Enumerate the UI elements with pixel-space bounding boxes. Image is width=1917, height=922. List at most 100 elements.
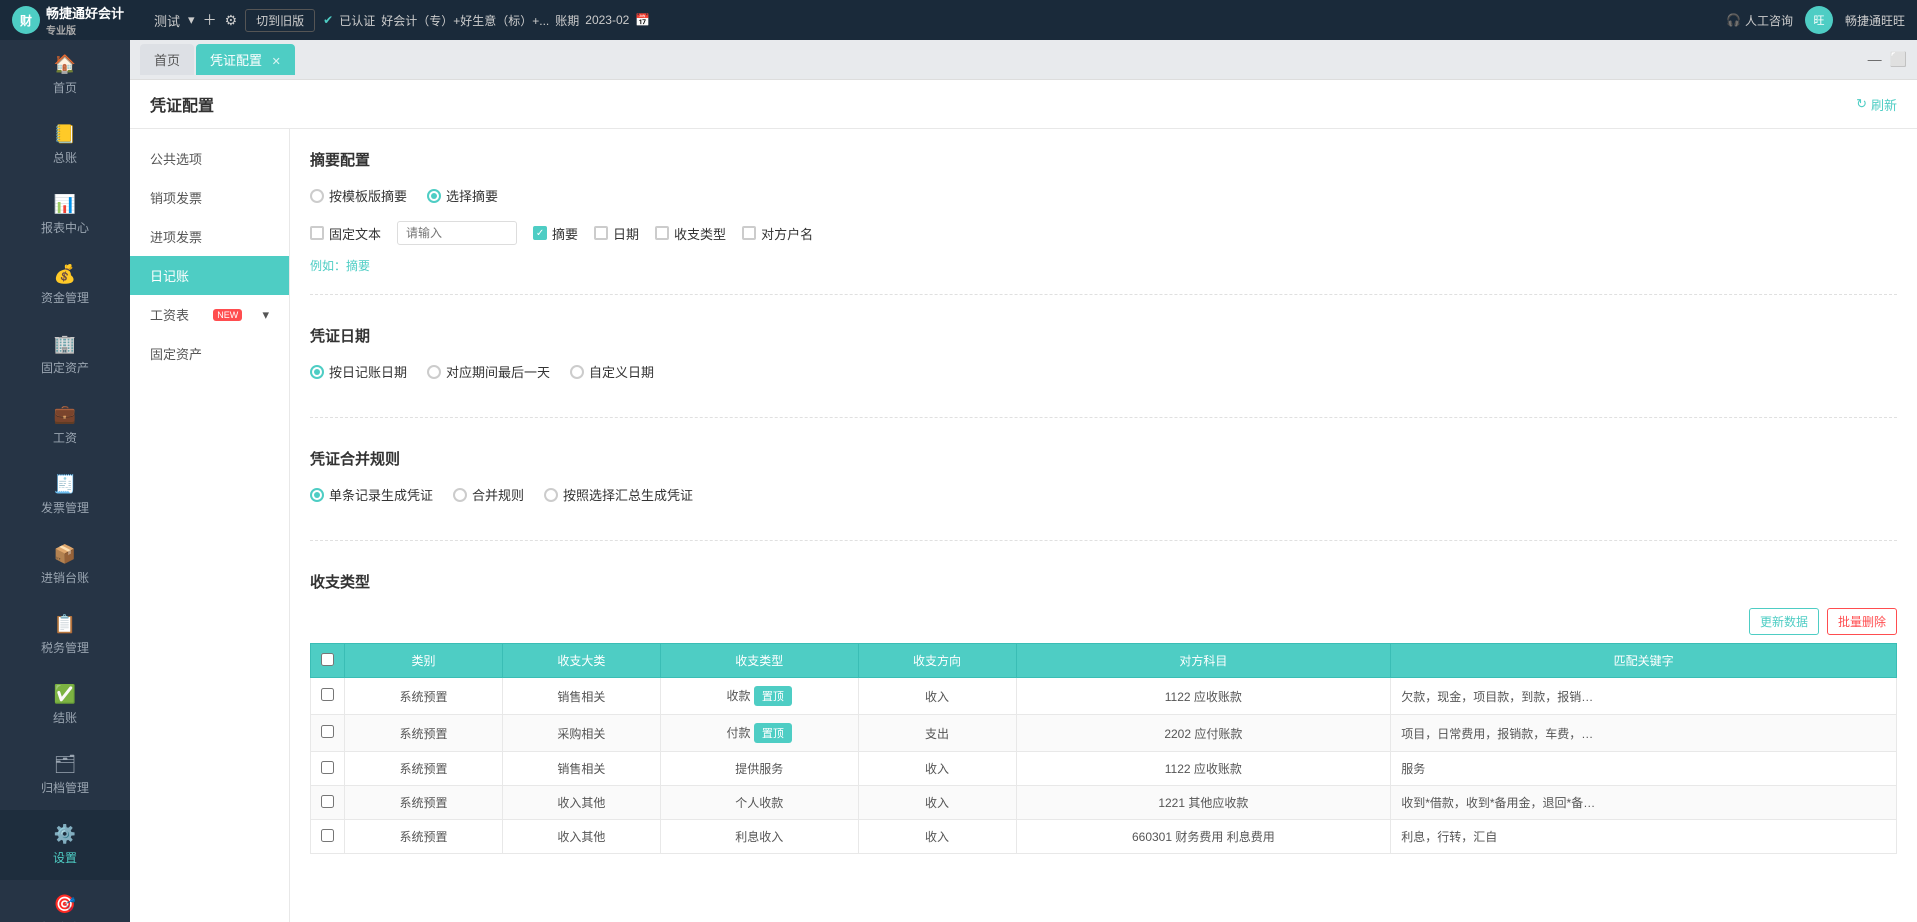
select-all-checkbox[interactable] (321, 653, 334, 666)
td-major-0: 销售相关 (502, 678, 660, 715)
td-major-1: 采购相关 (502, 715, 660, 752)
consulting-btn[interactable]: 🎧 人工咨询 (1726, 12, 1793, 29)
tab-close-icon[interactable]: ✕ (272, 56, 281, 68)
th-keywords: 匹配关键字 (1391, 644, 1897, 678)
main-layout: 🏠 首页 📒 总账 📊 报表中心 💰 资金管理 🏢 固定资产 💼 工资 🧾 发票… (0, 40, 1917, 922)
add-icon[interactable]: ＋ (203, 10, 217, 30)
content-area: 首页 凭证配置 ✕ — ⬜ 凭证配置 ↻ 刷新 公共选项 (130, 40, 1917, 922)
example-text: 例如：摘要 (310, 257, 1897, 274)
leftnav-item-sales-invoice[interactable]: 销项发票 (130, 178, 289, 217)
leftnav-item-payroll[interactable]: 工资表 NEW ▾ (130, 295, 289, 334)
leftnav-item-public[interactable]: 公共选项 (130, 139, 289, 178)
checkbox-counterpart-name[interactable]: 对方户名 (742, 224, 813, 243)
row-checkbox-4[interactable] (321, 829, 334, 842)
td-direction-4: 收入 (858, 820, 1016, 854)
batch-delete-button[interactable]: 批量删除 (1827, 608, 1897, 635)
checkbox-counterpart-name-label: 对方户名 (761, 224, 813, 243)
sidebar-item-purchase[interactable]: 📦 进销台账 (0, 530, 130, 600)
tab-bar: 首页 凭证配置 ✕ — ⬜ (130, 40, 1917, 80)
sidebar-item-settle[interactable]: ✅ 结账 (0, 670, 130, 740)
income-section: 收支类型 更新数据 批量删除 类别 收支大类 收支类型 收支方向 (310, 571, 1897, 874)
leftnav-item-purchase-invoice[interactable]: 进项发票 (130, 217, 289, 256)
sidebar-item-settings[interactable]: ⚙️ 设置 (0, 810, 130, 880)
sidebar-label-fixed: 固定资产 (41, 359, 89, 376)
refresh-button[interactable]: ↻ 刷新 (1856, 95, 1897, 114)
sidebar-item-invoice[interactable]: 🧾 发票管理 (0, 460, 130, 530)
td-type-2: 提供服务 (660, 752, 858, 786)
radio-select-label: 选择摘要 (446, 186, 498, 205)
tab-home[interactable]: 首页 (140, 44, 194, 75)
checkbox-fixed-text[interactable]: 固定文本 (310, 224, 381, 243)
radio-single-record[interactable]: 单条记录生成凭证 (310, 485, 433, 504)
period-label: 账期 (555, 12, 579, 29)
radio-summary-generate[interactable]: 按照选择汇总生成凭证 (544, 485, 693, 504)
radio-custom-date-circle (570, 365, 584, 379)
row-checkbox-2[interactable] (321, 761, 334, 774)
leftnav-label-fixed-assets: 固定资产 (150, 344, 202, 363)
th-checkbox[interactable] (311, 644, 345, 678)
th-subject: 对方科目 (1016, 644, 1391, 678)
top-tag-btn-0[interactable]: 置顶 (754, 686, 792, 706)
page-title: 凭证配置 (150, 92, 214, 116)
top-tag-btn-1[interactable]: 置顶 (754, 723, 792, 743)
sidebar-label-ledger: 总账 (53, 149, 77, 166)
row-checkbox-1[interactable] (321, 725, 334, 738)
radio-template-label: 按模板版摘要 (329, 186, 407, 205)
th-type: 收支类型 (660, 644, 858, 678)
income-title: 收支类型 (310, 571, 1897, 592)
radio-merge-rules[interactable]: 合并规则 (453, 485, 524, 504)
leftnav-label-public: 公共选项 (150, 149, 202, 168)
row-checkbox-3[interactable] (321, 795, 334, 808)
radio-template-circle (310, 189, 324, 203)
sidebar-item-fixed[interactable]: 🏢 固定资产 (0, 320, 130, 390)
row-checkbox-0[interactable] (321, 688, 334, 701)
sidebar-label-settle: 结账 (53, 709, 77, 726)
leftnav-label-purchase-invoice: 进项发票 (150, 227, 202, 246)
avatar[interactable]: 旺 (1805, 6, 1833, 34)
maximize-icon[interactable]: ⬜ (1890, 51, 1907, 68)
sidebar-label-reports: 报表中心 (41, 219, 89, 236)
main-content: 摘要配置 按模板版摘要 选择摘要 (290, 129, 1917, 922)
sidebar-item-ledger[interactable]: 📒 总账 (0, 110, 130, 180)
td-category-2: 系统预置 (345, 752, 503, 786)
calendar-icon[interactable]: 📅 (635, 13, 650, 27)
table-row: 系统预置 销售相关 提供服务 收入 1122 应收账款 服务 (311, 752, 1897, 786)
checkbox-date-box (594, 226, 608, 240)
page-body: 公共选项 销项发票 进项发票 日记账 工资表 NEW ▾ 固定资产 (130, 129, 1917, 922)
sidebar-item-tax[interactable]: 📋 税务管理 (0, 600, 130, 670)
switch-version-button[interactable]: 切到旧版 (245, 9, 315, 32)
fixed-text-input[interactable] (397, 221, 517, 245)
checkbox-income-type[interactable]: 收支类型 (655, 224, 726, 243)
sidebar-item-funds[interactable]: 💰 资金管理 (0, 250, 130, 320)
td-major-3: 收入其他 (502, 786, 660, 820)
radio-period-last[interactable]: 对应期间最后一天 (427, 362, 550, 381)
dropdown-arrow-icon[interactable]: ▾ (188, 12, 195, 28)
leftnav-item-journal[interactable]: 日记账 (130, 256, 289, 295)
checkbox-date[interactable]: 日期 (594, 224, 639, 243)
leftnav-item-fixed-assets[interactable]: 固定资产 (130, 334, 289, 373)
radio-select[interactable]: 选择摘要 (427, 186, 498, 205)
radio-template[interactable]: 按模板版摘要 (310, 186, 407, 205)
keywords-text-3: 收到*借款，收到*备用金，退回*备用金，个人 (1401, 794, 1601, 811)
period-value: 2023-02 (585, 13, 629, 27)
sidebar-item-guide[interactable]: 🎯 新手引导 (0, 880, 130, 922)
sidebar-item-home[interactable]: 🏠 首页 (0, 40, 130, 110)
td-direction-1: 支出 (858, 715, 1016, 752)
tab-voucher-config[interactable]: 凭证配置 ✕ (196, 44, 295, 75)
radio-custom-date[interactable]: 自定义日期 (570, 362, 654, 381)
radio-journal-date[interactable]: 按日记账日期 (310, 362, 407, 381)
tax-icon: 📋 (54, 614, 76, 635)
sidebar-item-reports[interactable]: 📊 报表中心 (0, 180, 130, 250)
minimize-icon[interactable]: — (1868, 51, 1882, 68)
sidebar-item-archive[interactable]: 🗂 归档管理 (0, 740, 130, 810)
summary-radio-group: 按模板版摘要 选择摘要 (310, 186, 1897, 205)
td-direction-2: 收入 (858, 752, 1016, 786)
fixed-icon: 🏢 (54, 334, 76, 355)
td-direction-3: 收入 (858, 786, 1016, 820)
logo-icon: 财 (12, 6, 40, 34)
guide-icon: 🎯 (54, 894, 76, 915)
update-data-button[interactable]: 更新数据 (1749, 608, 1819, 635)
settings-icon[interactable]: ⚙ (225, 12, 238, 29)
checkbox-summary[interactable]: ✓ 摘要 (533, 224, 578, 243)
sidebar-item-salary[interactable]: 💼 工资 (0, 390, 130, 460)
